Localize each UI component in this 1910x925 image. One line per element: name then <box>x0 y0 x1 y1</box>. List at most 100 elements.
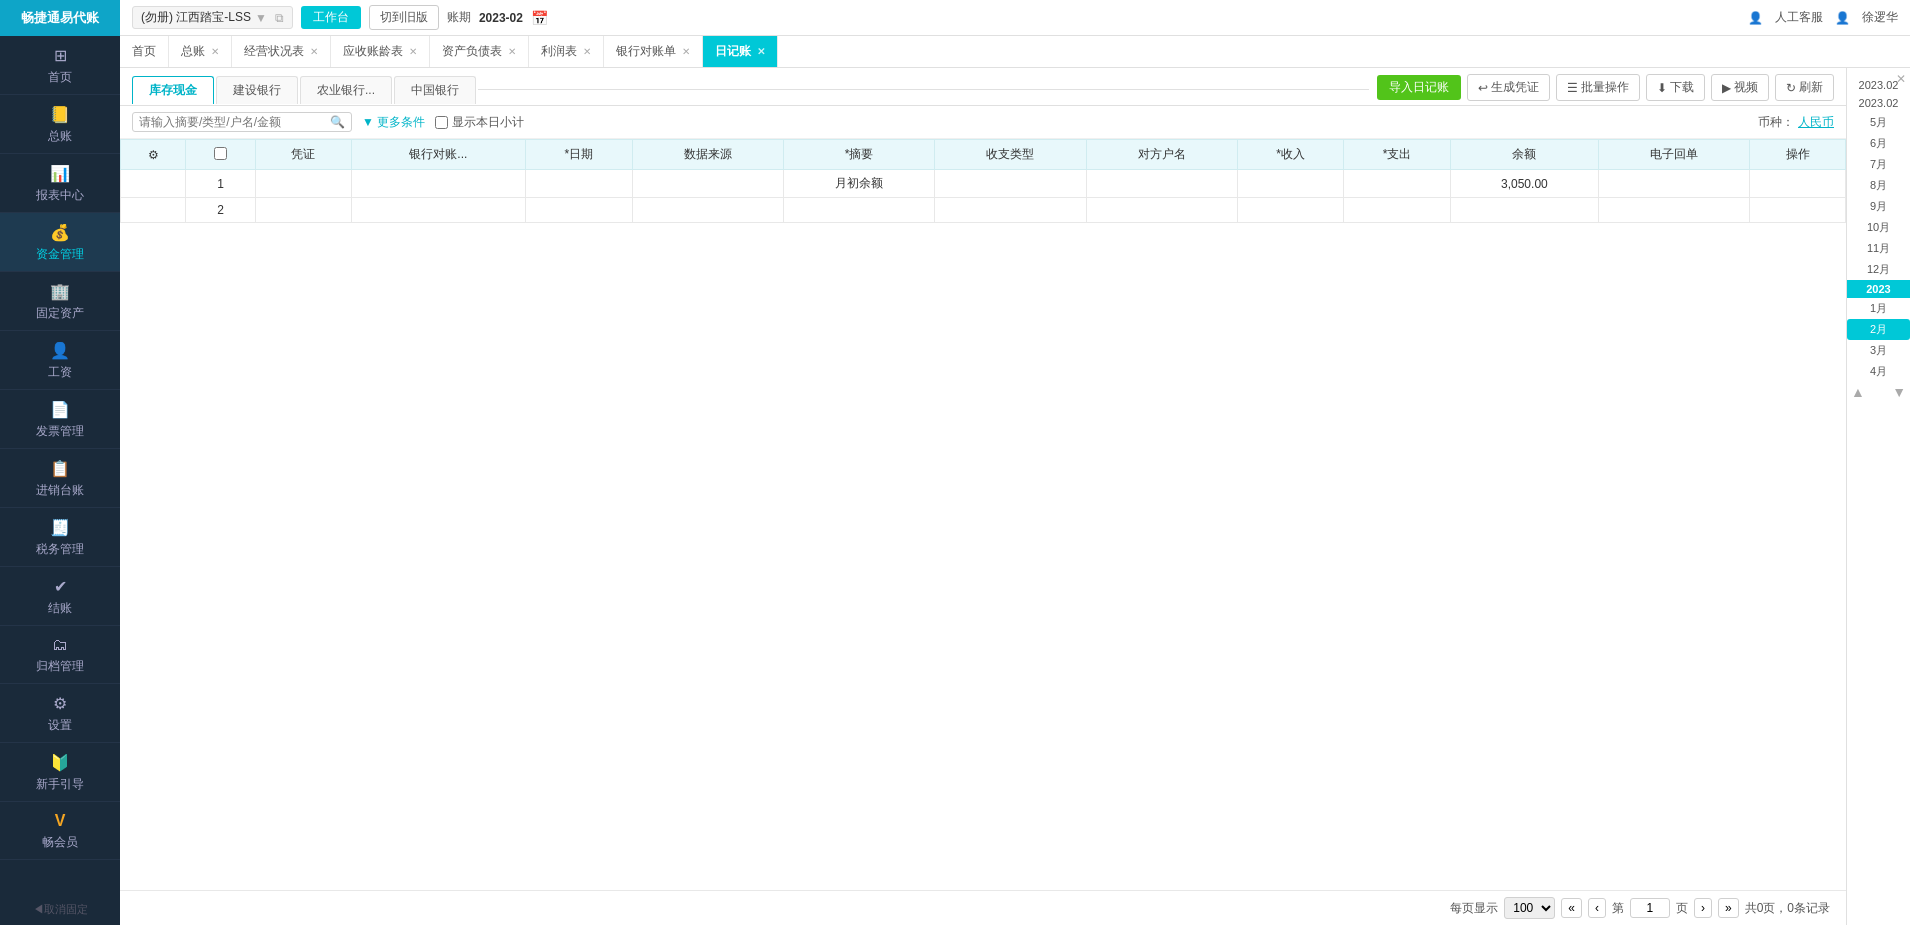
tab-close-icon[interactable]: ✕ <box>409 46 417 57</box>
col-checkbox[interactable] <box>186 140 256 170</box>
tab-business-status[interactable]: 经营状况表 ✕ <box>232 36 331 67</box>
sidebar-item-reports[interactable]: 📊 报表中心 <box>0 154 120 213</box>
copy-icon[interactable]: ⧉ <box>275 11 284 25</box>
col-settings-icon[interactable]: ⚙ <box>148 148 159 162</box>
month-3-current[interactable]: 3月 <box>1847 340 1910 361</box>
month-1-current[interactable]: 1月 <box>1847 298 1910 319</box>
sidebar-item-assets-mgmt[interactable]: 💰 资金管理 <box>0 213 120 272</box>
tab-bank-reconcile[interactable]: 银行对账单 ✕ <box>604 36 703 67</box>
month-11[interactable]: 11月 <box>1847 238 1910 259</box>
tab-close-icon[interactable]: ✕ <box>508 46 516 57</box>
refresh-button[interactable]: ↻ 刷新 <box>1775 74 1834 101</box>
tab-home[interactable]: 首页 <box>120 36 169 67</box>
company-selector[interactable]: (勿册) 江西踏宝-LSS ▼ ⧉ <box>132 6 293 29</box>
prev-page-button[interactable]: ‹ <box>1588 898 1606 918</box>
month-4-current[interactable]: 4月 <box>1847 361 1910 382</box>
row-voucher-cell <box>256 198 351 223</box>
sidebar-item-label: 结账 <box>48 600 72 617</box>
last-page-button[interactable]: » <box>1718 898 1739 918</box>
month-8[interactable]: 8月 <box>1847 175 1910 196</box>
month-10[interactable]: 10月 <box>1847 217 1910 238</box>
tab-profit[interactable]: 利润表 ✕ <box>529 36 604 67</box>
month-9[interactable]: 9月 <box>1847 196 1910 217</box>
row-checkbox-cell[interactable]: 2 <box>186 198 256 223</box>
tab-close-icon[interactable]: ✕ <box>583 46 591 57</box>
download-button[interactable]: ⬇ 下载 <box>1646 74 1705 101</box>
sidebar-item-settings[interactable]: ⚙ 设置 <box>0 684 120 743</box>
username[interactable]: 徐逻华 <box>1862 9 1898 26</box>
first-page-button[interactable]: « <box>1561 898 1582 918</box>
sidebar-item-label: 固定资产 <box>36 305 84 322</box>
search-input[interactable] <box>139 115 330 129</box>
video-button[interactable]: ▶ 视频 <box>1711 74 1769 101</box>
period-label: 账期 <box>447 9 471 26</box>
customer-service-label[interactable]: 人工客服 <box>1775 9 1823 26</box>
scroll-up-icon[interactable]: ▲ <box>1851 384 1865 400</box>
col-data-source: 数据来源 <box>632 140 783 170</box>
tab-general-ledger[interactable]: 总账 ✕ <box>169 36 232 67</box>
sidebar-item-ledger[interactable]: 📒 总账 <box>0 95 120 154</box>
sub-tab-china-bank[interactable]: 中国银行 <box>394 76 476 104</box>
tab-receivable[interactable]: 应收账龄表 ✕ <box>331 36 430 67</box>
tab-close-icon[interactable]: ✕ <box>211 46 219 57</box>
import-diary-button[interactable]: 导入日记账 <box>1377 75 1461 100</box>
sidebar-item-home[interactable]: ⊞ 首页 <box>0 36 120 95</box>
row-checkbox-cell[interactable]: 1 <box>186 170 256 198</box>
sidebar-item-tax[interactable]: 🧾 税务管理 <box>0 508 120 567</box>
tab-assets-liabilities[interactable]: 资产负债表 ✕ <box>430 36 529 67</box>
row-balance-cell: 3,050.00 <box>1450 170 1598 198</box>
col-settings[interactable]: ⚙ <box>121 140 186 170</box>
search-box[interactable]: 🔍 <box>132 112 352 132</box>
company-name: (勿册) 江西踏宝-LSS <box>141 9 251 26</box>
sidebar-toggle[interactable]: ◀取消固定 <box>0 894 120 925</box>
year-period-2023-02[interactable]: 2023.02 <box>1847 94 1910 112</box>
workspace-button[interactable]: 工作台 <box>301 6 361 29</box>
generate-icon: ↩ <box>1478 81 1488 95</box>
sub-tab-cash[interactable]: 库存现金 <box>132 76 214 104</box>
next-page-button[interactable]: › <box>1694 898 1712 918</box>
month-7[interactable]: 7月 <box>1847 154 1910 175</box>
month-5[interactable]: 5月 <box>1847 112 1910 133</box>
generate-voucher-button[interactable]: ↩ 生成凭证 <box>1467 74 1550 101</box>
month-2-current[interactable]: 2月 <box>1847 319 1910 340</box>
tab-close-icon[interactable]: ✕ <box>682 46 690 57</box>
sidebar-item-sales[interactable]: 📋 进销台账 <box>0 449 120 508</box>
sidebar-item-salary[interactable]: 👤 工资 <box>0 331 120 390</box>
select-all-checkbox[interactable] <box>214 147 227 160</box>
topbar: (勿册) 江西踏宝-LSS ▼ ⧉ 工作台 切到旧版 账期 2023-02 📅 … <box>120 0 1910 36</box>
sidebar-item-guide[interactable]: 🔰 新手引导 <box>0 743 120 802</box>
month-6[interactable]: 6月 <box>1847 133 1910 154</box>
right-panel-close-button[interactable]: ✕ <box>1896 72 1906 86</box>
scroll-down-icon[interactable]: ▼ <box>1892 384 1906 400</box>
guide-icon: 🔰 <box>50 753 70 772</box>
batch-op-button[interactable]: ☰ 批量操作 <box>1556 74 1640 101</box>
month-12[interactable]: 12月 <box>1847 259 1910 280</box>
sub-tab-construction-bank[interactable]: 建设银行 <box>216 76 298 104</box>
tab-close-icon[interactable]: ✕ <box>757 46 765 57</box>
tab-label: 日记账 <box>715 43 751 60</box>
page-input[interactable] <box>1630 898 1670 918</box>
switch-version-button[interactable]: 切到旧版 <box>369 5 439 30</box>
tab-daily-account[interactable]: 日记账 ✕ <box>703 36 778 67</box>
tab-close-icon[interactable]: ✕ <box>310 46 318 57</box>
sidebar-item-member[interactable]: V 畅会员 <box>0 802 120 860</box>
daily-total-checkbox-label[interactable]: 显示本日小计 <box>435 114 524 131</box>
tab-label: 总账 <box>181 43 205 60</box>
table-container: ⚙ 凭证 银行对账... **日期日期 数据来源 *摘要 收支类型 对方户名 <box>120 139 1846 890</box>
filter-row: 🔍 ▼ 更多条件 显示本日小计 币种： 人民币 <box>120 106 1846 139</box>
sidebar-item-invoice[interactable]: 📄 发票管理 <box>0 390 120 449</box>
per-page-select[interactable]: 100 <box>1504 897 1555 919</box>
sidebar-item-archive[interactable]: 🗂 归档管理 <box>0 626 120 684</box>
sidebar-item-label: 发票管理 <box>36 423 84 440</box>
sub-tab-agriculture-bank[interactable]: 农业银行... <box>300 76 392 104</box>
company-dropdown-icon[interactable]: ▼ <box>255 11 267 25</box>
calendar-icon[interactable]: 📅 <box>531 10 548 26</box>
daily-total-checkbox[interactable] <box>435 116 448 129</box>
col-bank-reconcile: 银行对账... <box>351 140 526 170</box>
sidebar-item-fixed-assets[interactable]: 🏢 固定资产 <box>0 272 120 331</box>
currency-value[interactable]: 人民币 <box>1798 114 1834 131</box>
sidebar-item-label: 资金管理 <box>36 246 84 263</box>
sidebar-item-label: 设置 <box>48 717 72 734</box>
more-filter-button[interactable]: ▼ 更多条件 <box>362 114 425 131</box>
sidebar-item-settlement[interactable]: ✔ 结账 <box>0 567 120 626</box>
